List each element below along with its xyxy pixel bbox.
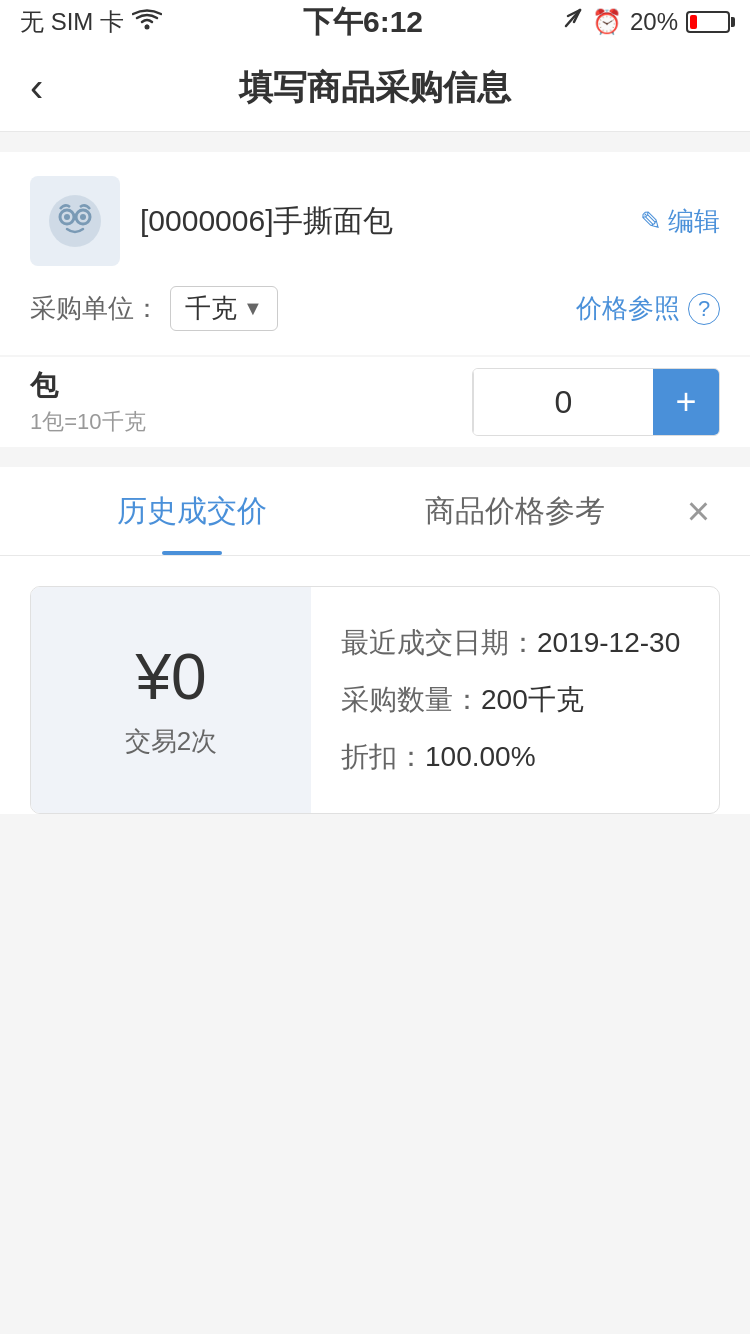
discount-label: 折扣：	[341, 741, 425, 772]
page-title: 填写商品采购信息	[239, 65, 511, 111]
price-amount: ¥0	[135, 640, 206, 714]
discount-value: 100.00%	[425, 741, 536, 772]
nav-bar: ‹ 填写商品采购信息	[0, 44, 750, 132]
price-trades-count: 交易2次	[125, 724, 217, 759]
tab-product-price-reference[interactable]: 商品价格参考	[353, 467, 676, 555]
price-ref-label: 价格参照	[576, 291, 680, 326]
carrier-text: 无 SIM 卡	[20, 6, 124, 38]
recent-date-value: 2019-12-30	[537, 627, 680, 658]
svg-point-0	[145, 25, 150, 30]
location-icon	[564, 8, 584, 36]
status-bar: 无 SIM 卡 下午6:12 ⏰ 20%	[0, 0, 750, 44]
svg-point-1	[49, 195, 101, 247]
quantity-controls: +	[472, 368, 720, 436]
battery-icon	[686, 11, 730, 33]
tabs-header: 历史成交价 商品价格参考 ×	[0, 467, 750, 556]
unit-label: 采购单位：	[30, 291, 160, 326]
status-time: 下午6:12	[303, 2, 423, 43]
price-value: 0	[171, 641, 207, 713]
tabs-close-button[interactable]: ×	[677, 479, 720, 544]
back-button[interactable]: ‹	[30, 65, 43, 110]
discount-row: 折扣：100.00%	[341, 737, 689, 776]
recent-date-label: 最近成交日期：	[341, 627, 537, 658]
currency-symbol: ¥	[135, 641, 171, 713]
svg-point-4	[64, 214, 70, 220]
price-reference-button[interactable]: 价格参照 ?	[576, 291, 720, 326]
edit-icon: ✎	[640, 206, 662, 237]
product-info: [0000006]手撕面包	[30, 176, 393, 266]
price-card: ¥0 交易2次 最近成交日期：2019-12-30 采购数量：200千克 折扣：…	[30, 586, 720, 814]
product-logo-icon	[45, 191, 105, 251]
purchase-quantity-label: 采购数量：	[341, 684, 481, 715]
unit-badge: 包	[30, 367, 58, 405]
battery-fill	[690, 15, 697, 29]
quantity-row: 包 1包=10千克 +	[0, 357, 750, 447]
status-right: ⏰ 20%	[564, 8, 730, 36]
tabs-section: 历史成交价 商品价格参考 × ¥0 交易2次 最近成交日期：2019-12-30…	[0, 467, 750, 814]
unit-row: 采购单位： 千克 ▼ 价格参照 ?	[30, 286, 720, 331]
tab-historical-price[interactable]: 历史成交价	[30, 467, 353, 555]
product-card: [0000006]手撕面包 ✎ 编辑 采购单位： 千克 ▼ 价格参照 ?	[0, 152, 750, 355]
status-left: 无 SIM 卡	[20, 6, 162, 38]
quantity-section: 包 1包=10千克 +	[0, 357, 750, 447]
product-header: [0000006]手撕面包 ✎ 编辑	[30, 176, 720, 266]
unit-dropdown[interactable]: 千克 ▼	[170, 286, 278, 331]
battery-percent: 20%	[630, 8, 678, 36]
quantity-input[interactable]	[473, 369, 653, 435]
product-name: [0000006]手撕面包	[140, 201, 393, 242]
product-image	[30, 176, 120, 266]
unit-selector-area: 采购单位： 千克 ▼	[30, 286, 278, 331]
purchase-quantity-value: 200千克	[481, 684, 584, 715]
quantity-unit-info: 包 1包=10千克	[30, 367, 170, 437]
purchase-quantity-row: 采购数量：200千克	[341, 680, 689, 719]
price-card-left: ¥0 交易2次	[31, 587, 311, 813]
unit-conversion: 1包=10千克	[30, 407, 170, 437]
dropdown-arrow-icon: ▼	[243, 297, 263, 320]
edit-button[interactable]: ✎ 编辑	[640, 204, 720, 239]
alarm-icon: ⏰	[592, 8, 622, 36]
wifi-icon	[132, 8, 162, 36]
help-icon: ?	[688, 293, 720, 325]
price-card-right: 最近成交日期：2019-12-30 采购数量：200千克 折扣：100.00%	[311, 587, 719, 813]
quantity-plus-button[interactable]: +	[653, 369, 719, 435]
recent-date-row: 最近成交日期：2019-12-30	[341, 623, 689, 662]
quantity-unit-main: 包	[30, 367, 170, 405]
svg-point-5	[80, 214, 86, 220]
main-content	[0, 844, 750, 1334]
unit-value: 千克	[185, 291, 237, 326]
